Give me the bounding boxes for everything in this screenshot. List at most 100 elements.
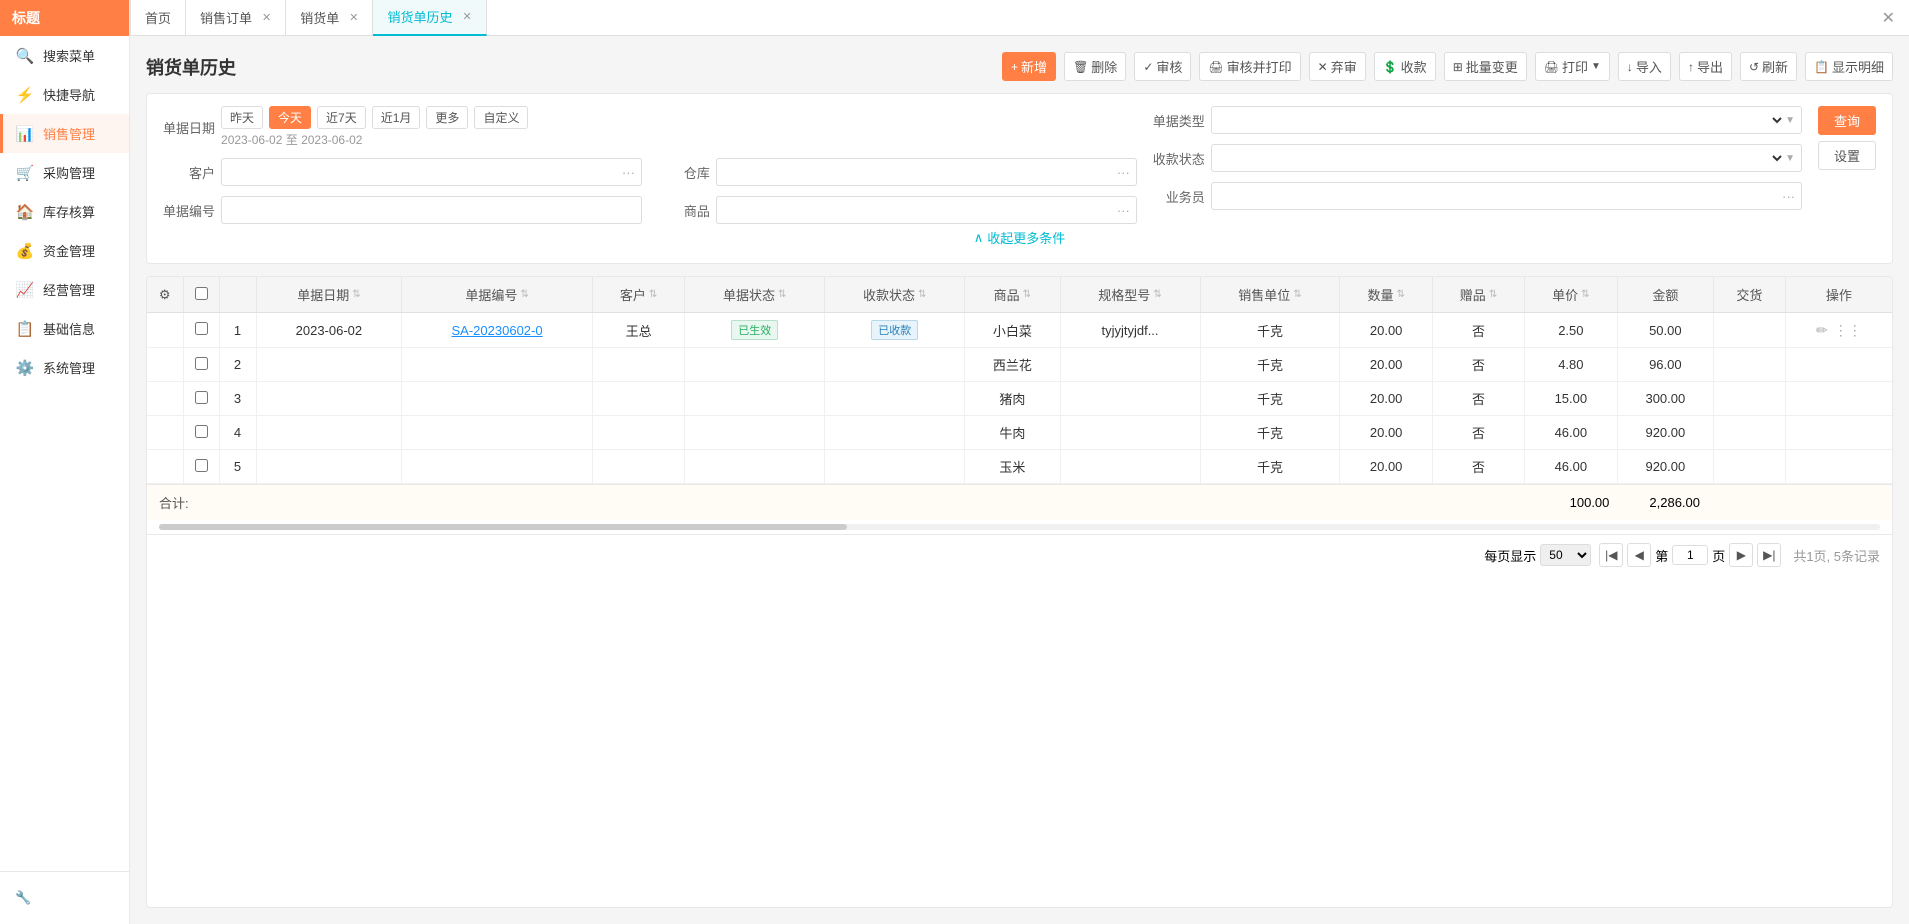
gear-icon[interactable]: ⚙ [159, 287, 171, 302]
warehouse-input[interactable] [723, 165, 1117, 180]
collect-button[interactable]: 💲 收款 [1374, 52, 1436, 81]
th-goods[interactable]: 商品 ⇅ [965, 277, 1060, 313]
export-button[interactable]: ↑ 导出 [1679, 52, 1732, 81]
batch-change-button[interactable]: ⊞ 批量变更 [1444, 52, 1527, 81]
date-chip-1month[interactable]: 近1月 [372, 106, 421, 129]
salesperson-label: 业务员 [1153, 187, 1205, 206]
docno-input[interactable] [228, 203, 635, 218]
table-cell: 千克 [1200, 382, 1340, 416]
th-salesunit[interactable]: 销售单位 ⇅ [1200, 277, 1340, 313]
table-cell [1060, 416, 1200, 450]
table-cell [685, 348, 825, 382]
abandon-button[interactable]: ✕ 弃审 [1309, 52, 1366, 81]
sidebar-item-baseinfo[interactable]: 📋 基础信息 [0, 309, 129, 348]
sidebar-item-label: 销售管理 [43, 124, 95, 143]
print-icon: 🖨 [1544, 60, 1559, 74]
customer-dots[interactable]: ··· [622, 165, 635, 180]
more-icon[interactable]: ⋮⋮ [1834, 322, 1862, 339]
date-chip-7days[interactable]: 近7天 [317, 106, 366, 129]
tab-sales-history[interactable]: 销货单历史 ✕ [373, 0, 486, 36]
audit-button[interactable]: ✓ 审核 [1134, 52, 1191, 81]
tab-sales-history-close[interactable]: ✕ [463, 10, 472, 23]
audit-print-button[interactable]: 🖨 审核并打印 [1199, 52, 1300, 81]
page-size-select[interactable]: 50 100 200 [1540, 544, 1591, 566]
th-quantity[interactable]: 数量 ⇅ [1340, 277, 1432, 313]
print-button[interactable]: 🖨 打印 ▼ [1535, 52, 1610, 81]
select-all-checkbox[interactable] [195, 287, 208, 300]
warehouse-label: 仓库 [658, 163, 710, 182]
scrollbar-track[interactable] [159, 524, 1880, 530]
tab-sales-order-close[interactable]: ✕ [262, 11, 271, 24]
th-customer[interactable]: 客户 ⇅ [592, 277, 684, 313]
row-checkbox[interactable] [195, 357, 208, 370]
doctype-select[interactable] [1218, 112, 1785, 129]
row-checkbox[interactable] [195, 322, 208, 335]
date-chip-today[interactable]: 今天 [269, 106, 311, 129]
sidebar-item-search[interactable]: 🔍 搜索菜单 [0, 36, 129, 75]
sidebar-item-inventory[interactable]: 🏠 库存核算 [0, 192, 129, 231]
tab-home[interactable]: 首页 [130, 0, 186, 36]
first-page-btn[interactable]: |◀ [1599, 543, 1623, 567]
th-unitprice[interactable]: 单价 ⇅ [1525, 277, 1617, 313]
salesperson-dots[interactable]: ··· [1782, 189, 1795, 204]
tab-sales-goods[interactable]: 销货单 ✕ [286, 0, 373, 36]
goods-dots[interactable]: ··· [1117, 203, 1130, 218]
table-cell: 已收款 [825, 313, 965, 348]
th-gift[interactable]: 赠品 ⇅ [1432, 277, 1524, 313]
salesperson-input[interactable] [1218, 189, 1782, 204]
table-cell: 920.00 [1617, 450, 1714, 484]
toolbar: + 新增 🗑 删除 ✓ 审核 🖨 审核并打印 ✕ 弃审 [1002, 52, 1893, 81]
warehouse-dots[interactable]: ··· [1117, 165, 1130, 180]
sort-unitprice-icon: ⇅ [1581, 289, 1589, 300]
sidebar-item-finance[interactable]: 💰 资金管理 [0, 231, 129, 270]
th-docno[interactable]: 单据编号 ⇅ [402, 277, 593, 313]
sidebar-item-sales[interactable]: 📊 销售管理 [0, 114, 129, 153]
refresh-icon: ↺ [1749, 60, 1759, 74]
import-button[interactable]: ↓ 导入 [1618, 52, 1671, 81]
add-button[interactable]: + 新增 [1002, 52, 1056, 81]
query-button[interactable]: 查询 [1818, 106, 1876, 135]
th-docdate[interactable]: 单据日期 ⇅ [256, 277, 402, 313]
sort-quantity-icon: ⇅ [1396, 289, 1404, 300]
table-cell: 4 [219, 416, 256, 450]
sidebar-item-operations[interactable]: 📈 经营管理 [0, 270, 129, 309]
collapse-btn[interactable]: ∧ 收起更多条件 [163, 224, 1876, 251]
doc-no-link[interactable]: SA-20230602-0 [452, 323, 543, 338]
date-chip-yesterday[interactable]: 昨天 [221, 106, 263, 129]
table-cell [685, 450, 825, 484]
table-cell [1714, 382, 1785, 416]
row-checkbox[interactable] [195, 391, 208, 404]
collection-status-select[interactable] [1218, 150, 1785, 167]
tab-sales-order[interactable]: 销售订单 ✕ [186, 0, 286, 36]
th-spectype[interactable]: 规格型号 ⇅ [1060, 277, 1200, 313]
date-chip-more[interactable]: 更多 [426, 106, 468, 129]
delete-button[interactable]: 🗑 删除 [1064, 52, 1126, 81]
show-detail-button[interactable]: 📋 显示明细 [1805, 52, 1893, 81]
next-page-btn[interactable]: ▶ [1729, 543, 1753, 567]
sidebar-item-purchase[interactable]: 🛒 采购管理 [0, 153, 129, 192]
filter-area: 单据日期 昨天 今天 近7天 近1月 更多 自定义 2 [146, 93, 1893, 264]
sidebar-item-sysmgmt[interactable]: ⚙️ 系统管理 [0, 348, 129, 387]
setting-button[interactable]: 设置 [1818, 141, 1876, 170]
edit-icon[interactable]: ✏ [1816, 322, 1828, 339]
row-checkbox[interactable] [195, 459, 208, 472]
sort-gift-icon: ⇅ [1489, 289, 1497, 300]
prev-page-btn[interactable]: ◀ [1627, 543, 1651, 567]
th-docstatus[interactable]: 单据状态 ⇅ [685, 277, 825, 313]
date-chip-custom[interactable]: 自定义 [474, 106, 528, 129]
main-area: 首页 销售订单 ✕ 销货单 ✕ 销货单历史 ✕ ✕ 销货单历史 + 新增 [130, 0, 1909, 924]
row-checkbox[interactable] [195, 425, 208, 438]
tab-sales-goods-close[interactable]: ✕ [349, 11, 358, 24]
customer-input[interactable] [228, 165, 622, 180]
refresh-button[interactable]: ↺ 刷新 [1740, 52, 1797, 81]
delete-icon: 🗑 [1073, 60, 1088, 74]
sidebar-bottom-item1[interactable]: 🔧 [0, 880, 129, 916]
tabbar-close-button[interactable]: ✕ [1868, 8, 1909, 28]
th-collstatus[interactable]: 收款状态 ⇅ [825, 277, 965, 313]
goods-input[interactable] [723, 203, 1117, 218]
page-number-input[interactable] [1672, 545, 1708, 565]
scrollbar-thumb[interactable] [159, 524, 847, 530]
last-page-btn[interactable]: ▶| [1757, 543, 1781, 567]
sidebar-item-quicknav[interactable]: ⚡ 快捷导航 [0, 75, 129, 114]
table-cell [256, 348, 402, 382]
